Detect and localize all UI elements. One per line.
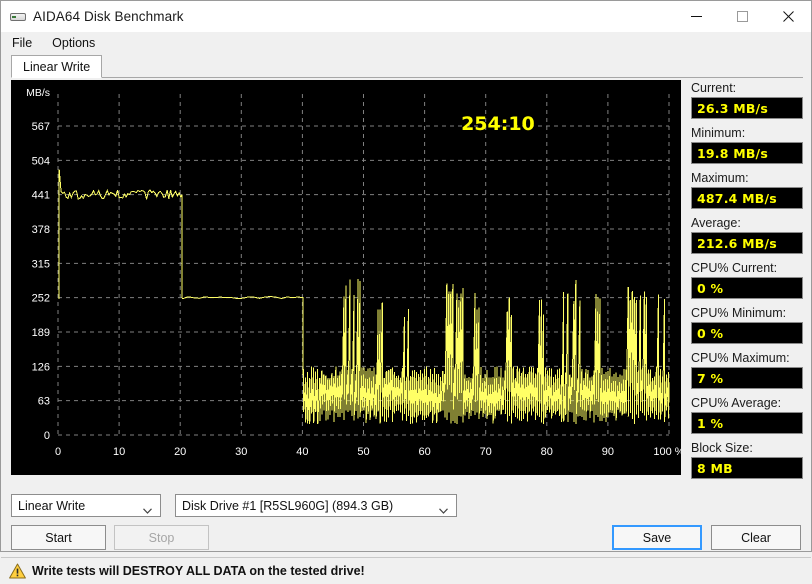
stat-label-cpu-maximum: CPU% Maximum:	[691, 351, 790, 365]
menu-bar: File Options	[1, 32, 811, 54]
benchmark-mode-value: Linear Write	[18, 498, 86, 513]
benchmark-mode-select[interactable]: Linear Write	[11, 494, 161, 517]
stat-value-block-size: 8 MB	[697, 460, 733, 476]
minimize-button[interactable]	[673, 1, 719, 32]
svg-text:63: 63	[38, 396, 50, 408]
svg-text:252: 252	[32, 293, 50, 305]
svg-text:10: 10	[113, 446, 125, 458]
svg-text:567: 567	[32, 121, 50, 133]
benchmark-chart: 0 63 126 189 252 315 378 441 504 567 MB/s 0 10 20 30 40…	[11, 80, 681, 475]
menu-item-file[interactable]: File	[10, 34, 41, 52]
stat-box-cpu-minimum: 0 %	[691, 322, 803, 344]
stat-value-current: 26.3 MB/s	[697, 100, 768, 116]
stat-box-average: 212.6 MB/s	[691, 232, 803, 254]
tab-linear-write[interactable]: Linear Write	[11, 55, 103, 78]
controls-area: Linear Write Disk Drive #1 [R5SL960G] (8…	[1, 486, 811, 550]
drive-select-value: Disk Drive #1 [R5SL960G] (894.3 GB)	[182, 498, 394, 513]
tab-strip: Linear Write	[1, 54, 811, 78]
content-area: 0 63 126 189 252 315 378 441 504 567 MB/s 0 10 20 30 40…	[1, 78, 811, 486]
stat-label-maximum: Maximum:	[691, 171, 749, 185]
warning-text: Write tests will DESTROY ALL DATA on the…	[32, 564, 365, 578]
clear-button[interactable]: Clear	[711, 525, 801, 550]
stat-box-current: 26.3 MB/s	[691, 97, 803, 119]
stat-value-minimum: 19.8 MB/s	[697, 145, 768, 161]
svg-text:50: 50	[357, 446, 369, 458]
svg-text:70: 70	[480, 446, 492, 458]
stat-value-average: 212.6 MB/s	[697, 235, 777, 251]
title-bar: AIDA64 Disk Benchmark	[1, 1, 811, 32]
stat-box-cpu-average: 1 %	[691, 412, 803, 434]
stat-label-current: Current:	[691, 81, 737, 95]
maximize-button[interactable]	[719, 1, 765, 32]
stat-box-block-size: 8 MB	[691, 457, 803, 479]
menu-item-options[interactable]: Options	[50, 34, 104, 52]
stat-box-minimum: 19.8 MB/s	[691, 142, 803, 164]
close-button[interactable]	[765, 1, 811, 32]
drive-select[interactable]: Disk Drive #1 [R5SL960G] (894.3 GB)	[175, 494, 457, 517]
stat-value-maximum: 487.4 MB/s	[697, 190, 777, 206]
stat-value-cpu-minimum: 0 %	[697, 325, 724, 341]
warning-triangle-icon	[9, 563, 26, 579]
warning-bar: Write tests will DESTROY ALL DATA on the…	[1, 557, 811, 584]
svg-text:20: 20	[174, 446, 186, 458]
svg-text:315: 315	[32, 258, 50, 270]
chevron-down-icon	[143, 503, 152, 514]
svg-text:378: 378	[32, 224, 50, 236]
svg-text:0: 0	[55, 446, 61, 458]
svg-text:189: 189	[32, 327, 50, 339]
stat-value-cpu-current: 0 %	[697, 280, 724, 296]
stat-value-cpu-maximum: 7 %	[697, 370, 724, 386]
svg-text:126: 126	[32, 361, 50, 373]
svg-text:30: 30	[235, 446, 247, 458]
svg-text:40: 40	[296, 446, 308, 458]
svg-text:0: 0	[44, 430, 50, 442]
stat-label-cpu-average: CPU% Average:	[691, 396, 782, 410]
stop-button: Stop	[114, 525, 209, 550]
stat-box-cpu-maximum: 7 %	[691, 367, 803, 389]
svg-text:254:10: 254:10	[461, 113, 535, 135]
stat-label-cpu-minimum: CPU% Minimum:	[691, 306, 787, 320]
stat-label-cpu-current: CPU% Current:	[691, 261, 778, 275]
svg-text:441: 441	[32, 190, 50, 202]
start-button[interactable]: Start	[11, 525, 106, 550]
stat-label-minimum: Minimum:	[691, 126, 746, 140]
chart-canvas: 0 63 126 189 252 315 378 441 504 567 MB/s 0 10 20 30 40…	[26, 87, 681, 458]
svg-text:60: 60	[418, 446, 430, 458]
svg-text:100 %: 100 %	[653, 446, 681, 458]
disk-drive-icon	[10, 9, 26, 25]
stat-label-block-size: Block Size:	[691, 441, 753, 455]
stat-label-average: Average:	[691, 216, 741, 230]
svg-text:504: 504	[32, 155, 50, 167]
statistics-panel: Current: 26.3 MB/s Minimum: 19.8 MB/s Ma…	[681, 78, 803, 486]
svg-text:80: 80	[541, 446, 553, 458]
svg-text:MB/s: MB/s	[26, 87, 50, 99]
svg-text:90: 90	[602, 446, 614, 458]
stat-box-cpu-current: 0 %	[691, 277, 803, 299]
disk-benchmark-window: AIDA64 Disk Benchmark File Options Linea…	[0, 0, 812, 584]
window-title: AIDA64 Disk Benchmark	[33, 9, 184, 24]
stat-box-maximum: 487.4 MB/s	[691, 187, 803, 209]
stat-value-cpu-average: 1 %	[697, 415, 724, 431]
window-controls	[673, 1, 811, 32]
save-button[interactable]: Save	[612, 525, 702, 550]
chevron-down-icon	[439, 503, 448, 514]
